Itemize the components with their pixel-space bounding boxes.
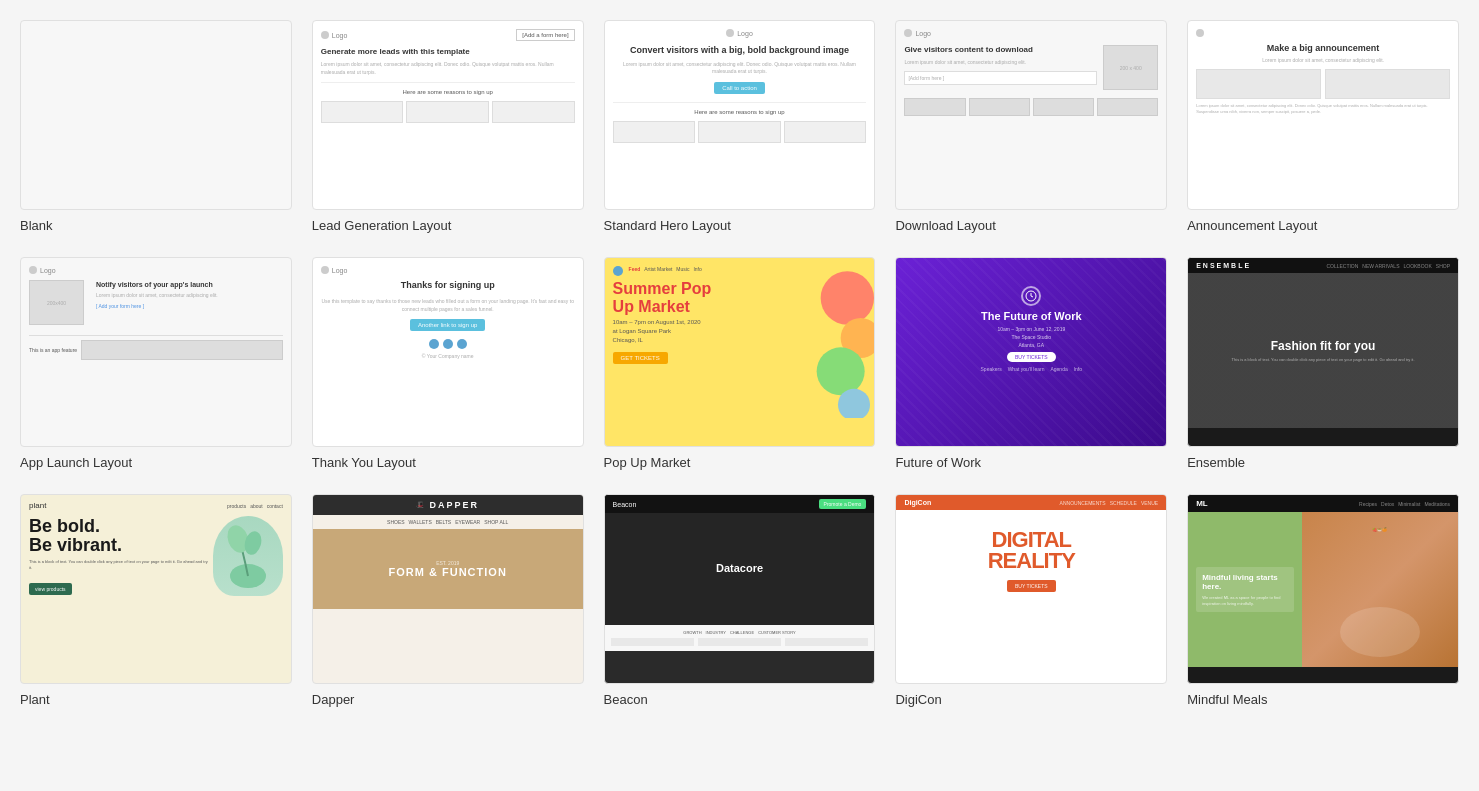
thumb-hero-btn: Call to action (714, 82, 765, 94)
template-item-thankyou[interactable]: Logo Thanks for signing up Use this temp… (312, 257, 584, 470)
thumb-lead-lorem: Lorem ipsum dolor sit amet, consectetur … (321, 61, 575, 76)
template-thumb-ensemble[interactable]: ENSEMBLE COLLECTION NEW ARRIVALS LOOKBOO… (1187, 257, 1459, 447)
template-item-dapper[interactable]: 🎩 DAPPER SHOESWALLETSBELTSEYEWEARSHOP AL… (312, 494, 584, 707)
thumb-hero-signup: Here are some reasons to sign up (613, 109, 867, 115)
svg-point-2 (817, 347, 865, 395)
thumb-download-title: Give visitors content to download (904, 45, 1097, 55)
template-thumb-dapper[interactable]: 🎩 DAPPER SHOESWALLETSBELTSEYEWEARSHOP AL… (312, 494, 584, 684)
thumb-lead-box-2 (406, 101, 489, 123)
template-thumb-lead[interactable]: Logo [Add a form here] Generate more lea… (312, 20, 584, 210)
thumb-lead-signup: Here are some reasons to sign up (321, 89, 575, 95)
template-item-future[interactable]: The Future of Work 10am – 3pm on June 12… (895, 257, 1167, 470)
template-grid: Blank Logo [Add a form here] Generate mo… (20, 20, 1459, 707)
thumb-announce-title: Make a big announcement (1196, 43, 1450, 53)
svg-point-0 (821, 271, 874, 324)
template-label-blank: Blank (20, 218, 292, 233)
template-label-digicon: DigiCon (895, 692, 1167, 707)
thumb-hero-divider (613, 102, 867, 103)
thumb-download-img: 200 x 400 (1103, 45, 1158, 90)
thumb-download-form: [Add form here ] (904, 71, 1097, 85)
template-thumb-applaunch[interactable]: Logo 200x400 Notify visitors of your app… (20, 257, 292, 447)
template-label-popup: Pop Up Market (604, 455, 876, 470)
template-thumb-hero[interactable]: Logo Convert visitors with a big, bold b… (604, 20, 876, 210)
template-label-download: Download Layout (895, 218, 1167, 233)
template-label-dapper: Dapper (312, 692, 584, 707)
thumb-lead-logo: Logo (321, 31, 348, 39)
thumb-download-lorem: Lorem ipsum dolor sit amet, consectetur … (904, 59, 1097, 67)
thumb-hero-title: Convert visitors with a big, bold backgr… (613, 45, 867, 57)
thumb-download-logo: Logo (904, 29, 931, 37)
thumb-lead-box-1 (321, 101, 404, 123)
template-item-beacon[interactable]: Beacon Promote a Demo Datacore GROWTHIND… (604, 494, 876, 707)
template-label-announce: Announcement Layout (1187, 218, 1459, 233)
template-label-hero: Standard Hero Layout (604, 218, 876, 233)
thumb-lead-boxes (321, 101, 575, 123)
template-item-mindful[interactable]: ML RecipesDetoxMinimalistMeditations Min… (1187, 494, 1459, 707)
thumb-hero-lorem: Lorem ipsum dolor sit amet, consectetur … (613, 61, 867, 76)
thumb-announce-lorem: Lorem ipsum dolor sit amet, consectetur … (1196, 57, 1450, 65)
template-thumb-download[interactable]: Logo Give visitors content to download L… (895, 20, 1167, 210)
template-item-digicon[interactable]: DigiCon ANNOUNCEMENTSSCHEDULEVENUE DIGIT… (895, 494, 1167, 707)
template-thumb-mindful[interactable]: ML RecipesDetoxMinimalistMeditations Min… (1187, 494, 1459, 684)
template-item-download[interactable]: Logo Give visitors content to download L… (895, 20, 1167, 233)
template-item-blank[interactable]: Blank (20, 20, 292, 233)
template-label-mindful: Mindful Meals (1187, 692, 1459, 707)
template-thumb-beacon[interactable]: Beacon Promote a Demo Datacore GROWTHIND… (604, 494, 876, 684)
template-item-lead[interactable]: Logo [Add a form here] Generate more lea… (312, 20, 584, 233)
template-thumb-digicon[interactable]: DigiCon ANNOUNCEMENTSSCHEDULEVENUE DIGIT… (895, 494, 1167, 684)
template-thumb-plant[interactable]: plant productsaboutcontact Be bold.Be vi… (20, 494, 292, 684)
thumb-future-btn: BUY TICKETS (1007, 352, 1056, 362)
template-thumb-announce[interactable]: Make a big announcement Lorem ipsum dolo… (1187, 20, 1459, 210)
template-thumb-future[interactable]: The Future of Work 10am – 3pm on June 12… (895, 257, 1167, 447)
thumb-lead-divider (321, 82, 575, 83)
thumb-lead-form-btn: [Add a form here] (516, 29, 574, 41)
template-item-plant[interactable]: plant productsaboutcontact Be bold.Be vi… (20, 494, 292, 707)
template-label-plant: Plant (20, 692, 292, 707)
thumb-future-title: The Future of Work (904, 310, 1158, 322)
template-label-applaunch: App Launch Layout (20, 455, 292, 470)
template-thumb-blank[interactable] (20, 20, 292, 210)
template-item-popup[interactable]: Feed Artist Market Music Info Summer Pop… (604, 257, 876, 470)
template-label-future: Future of Work (895, 455, 1167, 470)
thumb-plant-img (213, 516, 283, 596)
thumb-hero-boxes (613, 121, 867, 143)
template-item-ensemble[interactable]: ENSEMBLE COLLECTION NEW ARRIVALS LOOKBOO… (1187, 257, 1459, 470)
template-item-hero[interactable]: Logo Convert visitors with a big, bold b… (604, 20, 876, 233)
template-label-lead: Lead Generation Layout (312, 218, 584, 233)
template-label-thankyou: Thank You Layout (312, 455, 584, 470)
thumb-hero-logo: Logo (726, 29, 753, 37)
thumb-lead-box-3 (492, 101, 575, 123)
thumb-future-date: 10am – 3pm on June 12, 2019 (904, 326, 1158, 332)
thumb-lead-title: Generate more leads with this template (321, 47, 575, 57)
template-item-announce[interactable]: Make a big announcement Lorem ipsum dolo… (1187, 20, 1459, 233)
template-thumb-popup[interactable]: Feed Artist Market Music Info Summer Pop… (604, 257, 876, 447)
template-label-ensemble: Ensemble (1187, 455, 1459, 470)
template-label-beacon: Beacon (604, 692, 876, 707)
template-item-applaunch[interactable]: Logo 200x400 Notify visitors of your app… (20, 257, 292, 470)
template-thumb-thankyou[interactable]: Logo Thanks for signing up Use this temp… (312, 257, 584, 447)
